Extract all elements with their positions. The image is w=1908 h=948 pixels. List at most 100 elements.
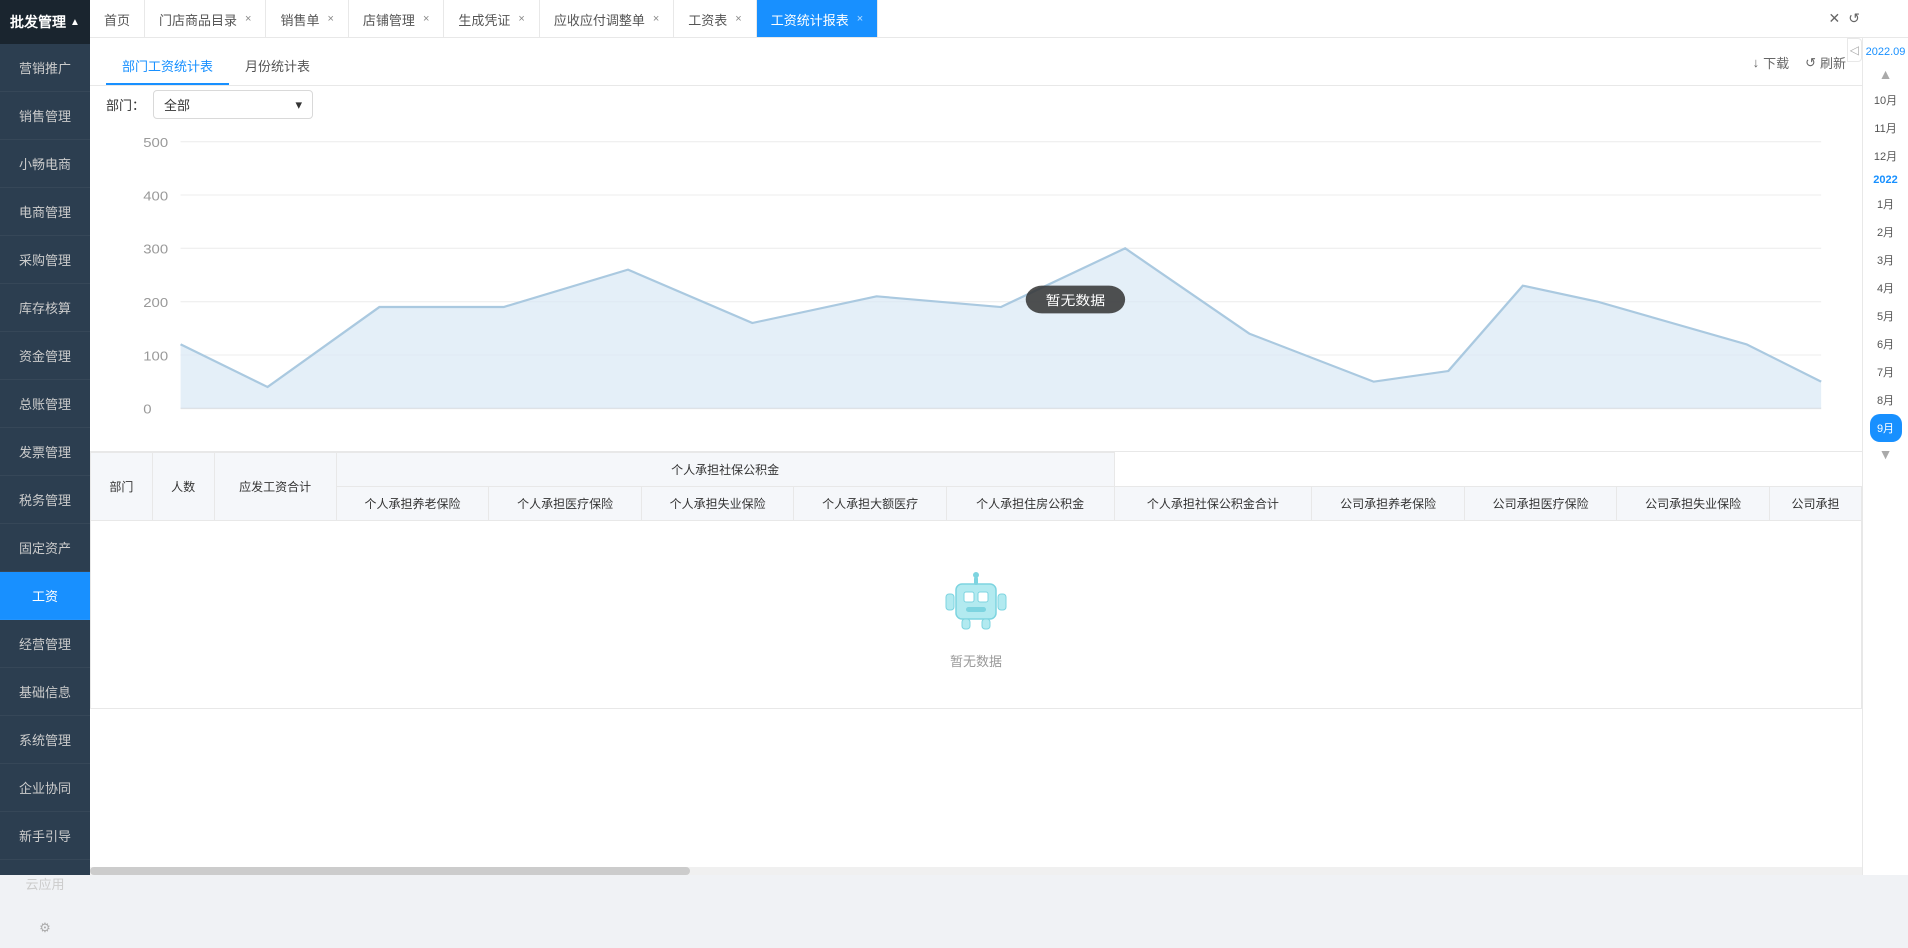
close-timeline-button[interactable]: ◁ (1847, 38, 1862, 62)
tab-refresh-button[interactable]: ↺ (1848, 10, 1860, 27)
sidebar-item-小畅电商[interactable]: 小畅电商 (0, 140, 90, 188)
col-公司承担养老保险: 公司承担养老保险 (1312, 487, 1465, 521)
chart-svg: 500 400 300 200 100 0 (106, 131, 1846, 451)
col-group-personal: 个人承担社保公积金 (336, 453, 1114, 487)
empty-icon (936, 559, 1016, 639)
sidebar-item-总账管理[interactable]: 总账管理 (0, 380, 90, 428)
tab-close-应收应付调整单[interactable]: × (653, 13, 659, 25)
tab-close-工资表[interactable]: × (735, 13, 741, 25)
sidebar-settings[interactable]: ⚙ (0, 908, 90, 948)
timeline-month-10月[interactable]: 10月 (1870, 86, 1901, 114)
chart-area: 500 400 300 200 100 0 (90, 131, 1862, 451)
tab-首页[interactable]: 首页 (90, 0, 145, 38)
tab-close-销售单[interactable]: × (327, 13, 333, 25)
tab-close-button[interactable]: ✕ (1829, 10, 1841, 27)
scrollbar-thumb[interactable] (90, 867, 690, 875)
sidebar-item-电商管理[interactable]: 电商管理 (0, 188, 90, 236)
timeline-month-12月[interactable]: 12月 (1870, 142, 1901, 170)
data-table: 部门 人数 应发工资合计 个人承担社保公积金 个人承担养老保险个人承担医疗保险个… (90, 452, 1862, 709)
col-total-wage: 应发工资合计 (214, 453, 336, 521)
col-个人承担社保公积金合计: 个人承担社保公积金合计 (1114, 487, 1312, 521)
content-area: 部门工资统计表月份统计表 ↓ 下载 ↺ 刷新 部门： 全部 (90, 38, 1908, 875)
svg-text:500: 500 (143, 135, 168, 150)
col-公司承担医疗保险: 公司承担医疗保险 (1464, 487, 1617, 521)
timeline-month-4月[interactable]: 4月 (1870, 274, 1902, 302)
sidebar-item-工资[interactable]: 工资 (0, 572, 90, 620)
table-scrollbar[interactable] (90, 867, 1862, 875)
tab-close-工资统计报表[interactable]: × (857, 13, 863, 25)
timeline-month-9月[interactable]: 9月 (1870, 414, 1902, 442)
timeline-month-6月[interactable]: 6月 (1870, 330, 1902, 358)
sidebar-item-销售管理[interactable]: 销售管理 (0, 92, 90, 140)
tab-门店商品目录[interactable]: 门店商品目录× (145, 0, 266, 38)
sidebar-item-库存核算[interactable]: 库存核算 (0, 284, 90, 332)
col-department: 部门 (91, 453, 153, 521)
timeline-up-nav[interactable]: ▲ (1875, 62, 1897, 86)
sidebar-item-基础信息[interactable]: 基础信息 (0, 668, 90, 716)
timeline-month-5月[interactable]: 5月 (1870, 302, 1902, 330)
svg-text:100: 100 (143, 348, 168, 363)
timeline-month-11月[interactable]: 11月 (1870, 114, 1901, 142)
svg-text:200: 200 (143, 295, 168, 310)
empty-text: 暂无数据 (950, 651, 1002, 670)
table-row: 暂无数据 (91, 521, 1862, 709)
refresh-button[interactable]: ↺ 刷新 (1805, 53, 1846, 72)
sidebar-item-营销推广[interactable]: 营销推广 (0, 44, 90, 92)
tab-生成凭证[interactable]: 生成凭证× (444, 0, 539, 38)
timeline-month-1月[interactable]: 1月 (1870, 190, 1902, 218)
toolbar: ↓ 下载 ↺ 刷新 (1753, 53, 1846, 80)
sidebar-item-经营管理[interactable]: 经营管理 (0, 620, 90, 668)
sub-tab-月份统计表[interactable]: 月份统计表 (229, 48, 326, 85)
col-公司承担失业保险: 公司承担失业保险 (1617, 487, 1770, 521)
sidebar-item-资金管理[interactable]: 资金管理 (0, 332, 90, 380)
department-select[interactable]: 全部 ▾ (153, 90, 313, 119)
sub-tab-部门工资统计表[interactable]: 部门工资统计表 (106, 48, 229, 85)
timeline-month-8月[interactable]: 8月 (1870, 386, 1902, 414)
timeline-year-label[interactable]: 2022.09 (1863, 42, 1908, 62)
col-count: 人数 (152, 453, 214, 521)
timeline-month-7月[interactable]: 7月 (1870, 358, 1902, 386)
empty-state: 暂无数据 (103, 529, 1849, 700)
download-icon: ↓ (1753, 55, 1760, 70)
sidebar-item-新手引导[interactable]: 新手引导 (0, 812, 90, 860)
sidebar-item-固定资产[interactable]: 固定资产 (0, 524, 90, 572)
filter-row: 部门： 全部 ▾ (90, 86, 1862, 131)
timeline-month-3月[interactable]: 3月 (1870, 246, 1902, 274)
tab-close-店铺管理[interactable]: × (423, 13, 429, 25)
svg-text:300: 300 (143, 242, 168, 257)
sidebar-item-云应用[interactable]: 云应用 (0, 860, 90, 908)
tab-close-门店商品目录[interactable]: × (245, 13, 251, 25)
col-个人承担养老保险: 个人承担养老保险 (336, 487, 489, 521)
tab-销售单[interactable]: 销售单× (266, 0, 348, 38)
col-公司承担: 公司承担 (1769, 487, 1861, 521)
timeline-month-2月[interactable]: 2月 (1870, 218, 1902, 246)
sidebar-item-采购管理[interactable]: 采购管理 (0, 236, 90, 284)
col-个人承担失业保险: 个人承担失业保险 (641, 487, 794, 521)
timeline-down-nav[interactable]: ▼ (1875, 442, 1897, 466)
tab-工资统计报表[interactable]: 工资统计报表× (757, 0, 878, 38)
tab-应收应付调整单[interactable]: 应收应付调整单× (540, 0, 674, 38)
sidebar-title[interactable]: 批发管理 ▲ (0, 0, 90, 44)
svg-text:400: 400 (143, 188, 168, 203)
col-个人承担大额医疗: 个人承担大额医疗 (794, 487, 947, 521)
sidebar-item-税务管理[interactable]: 税务管理 (0, 476, 90, 524)
timeline-panel: 2022.09 ▲ 10月11月12月 2022 1月2月3月4月5月6月7月8… (1862, 38, 1908, 875)
download-button[interactable]: ↓ 下载 (1753, 53, 1790, 72)
sidebar-item-企业协同[interactable]: 企业协同 (0, 764, 90, 812)
sidebar-item-系统管理[interactable]: 系统管理 (0, 716, 90, 764)
sidebar-item-发票管理[interactable]: 发票管理 (0, 428, 90, 476)
tab-工资表[interactable]: 工资表× (674, 0, 756, 38)
tab-close-生成凭证[interactable]: × (518, 13, 524, 25)
tab-bar: 首页门店商品目录×销售单×店铺管理×生成凭证×应收应付调整单×工资表×工资统计报… (90, 0, 1908, 38)
page-content: 部门工资统计表月份统计表 ↓ 下载 ↺ 刷新 部门： 全部 (90, 38, 1862, 875)
svg-text:暂无数据: 暂无数据 (1046, 293, 1106, 308)
refresh-icon: ↺ (1805, 55, 1816, 71)
sub-tabs: 部门工资统计表月份统计表 ↓ 下载 ↺ 刷新 (90, 38, 1862, 86)
sidebar: 批发管理 ▲ 营销推广销售管理小畅电商电商管理采购管理库存核算资金管理总账管理发… (0, 0, 90, 875)
col-个人承担医疗保险: 个人承担医疗保险 (489, 487, 642, 521)
col-个人承担住房公积金: 个人承担住房公积金 (946, 487, 1114, 521)
year-2022[interactable]: 2022 (1869, 170, 1901, 190)
tab-店铺管理[interactable]: 店铺管理× (349, 0, 444, 38)
main-area: 首页门店商品目录×销售单×店铺管理×生成凭证×应收应付调整单×工资表×工资统计报… (90, 0, 1908, 875)
filter-label: 部门： (106, 95, 145, 114)
